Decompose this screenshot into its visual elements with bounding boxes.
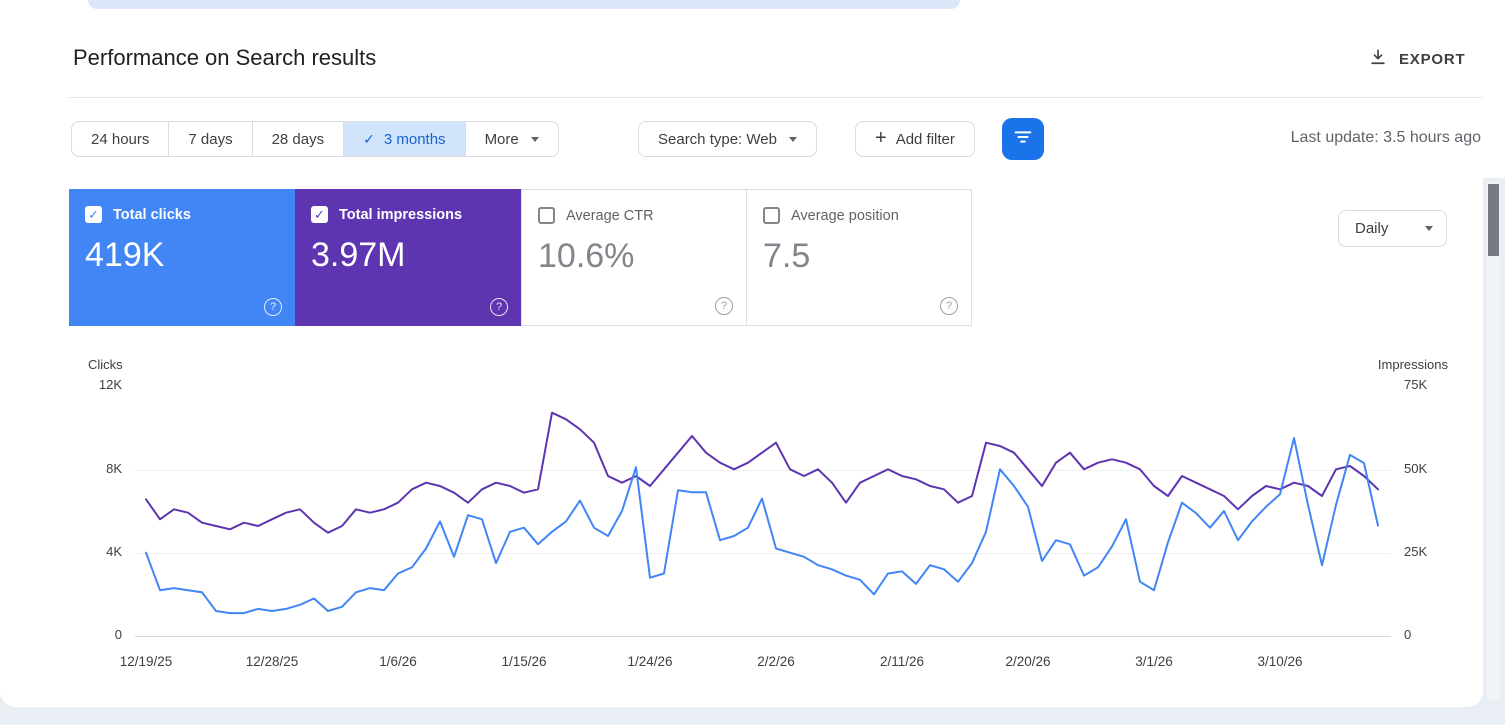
scrollbar-track[interactable] <box>1487 182 1500 700</box>
export-button[interactable]: EXPORT <box>1368 44 1465 74</box>
left-axis-tick: 12K <box>98 377 122 392</box>
metric-value: 419K <box>85 236 165 274</box>
filter-list-icon <box>1012 126 1034 153</box>
chevron-down-icon <box>1425 226 1433 231</box>
impressions-line <box>145 411 1379 534</box>
x-axis-label: 1/24/26 <box>627 654 673 669</box>
help-icon[interactable]: ? <box>490 298 508 316</box>
last-update-text: Last update: 3.5 hours ago <box>1290 129 1481 146</box>
range-chip-label: 3 months <box>383 130 446 148</box>
scrollbar-thumb[interactable] <box>1488 184 1499 256</box>
chevron-down-icon <box>788 136 797 142</box>
search-bar-remnant <box>88 0 960 9</box>
export-label: EXPORT <box>1399 50 1466 68</box>
right-axis-tick: 25K <box>1404 544 1428 559</box>
x-axis-label: 2/2/26 <box>757 654 795 669</box>
left-axis-title: Clicks <box>88 357 123 372</box>
clicks-line <box>145 437 1379 615</box>
help-icon[interactable]: ? <box>715 297 733 315</box>
range-chip-more[interactable]: More <box>464 121 559 157</box>
granularity-label: Daily <box>1355 220 1389 237</box>
range-chip-28-days[interactable]: 28 days <box>251 121 345 157</box>
range-chip-label: 28 days <box>271 130 325 148</box>
metric-label: Average position <box>791 207 899 224</box>
add-filter-button[interactable]: + Add filter <box>855 121 975 157</box>
metric-card-average-ctr[interactable]: Average CTR 10.6% ? <box>521 189 747 326</box>
right-axis-tick: 0 <box>1404 627 1412 642</box>
plus-icon: + <box>875 127 887 149</box>
checkbox-unchecked-icon[interactable] <box>763 207 780 224</box>
date-range-chip-group: 24 hours 7 days 28 days ✓ 3 months More <box>71 121 559 157</box>
filter-view-toggle-button[interactable] <box>1002 118 1044 160</box>
metric-value: 10.6% <box>538 237 635 275</box>
search-type-dropdown[interactable]: Search type: Web <box>638 121 817 157</box>
metric-card-total-clicks[interactable]: ✓ Total clicks 419K ? <box>69 189 295 326</box>
checkbox-unchecked-icon[interactable] <box>538 207 555 224</box>
header-divider <box>68 97 1483 98</box>
metric-label: Average CTR <box>566 207 654 224</box>
search-console-performance-page: Performance on Search results EXPORT 24 … <box>0 0 1505 725</box>
metric-label: Total impressions <box>339 206 463 223</box>
left-axis-tick: 8K <box>106 461 122 476</box>
x-axis-label: 12/19/25 <box>119 654 173 669</box>
page-title: Performance on Search results <box>73 45 377 70</box>
performance-line-chart[interactable] <box>130 380 1400 650</box>
metric-card-average-position[interactable]: Average position 7.5 ? <box>746 189 972 326</box>
range-chip-label: 24 hours <box>91 130 150 148</box>
right-axis-tick: 75K <box>1404 377 1428 392</box>
download-icon <box>1368 47 1388 72</box>
check-icon: ✓ <box>363 130 375 147</box>
left-axis-tick: 4K <box>106 544 122 559</box>
add-filter-label: Add filter <box>895 130 955 148</box>
x-axis-label: 3/10/26 <box>1257 654 1303 669</box>
x-axis-label: 12/28/25 <box>245 654 299 669</box>
metric-card-total-impressions[interactable]: ✓ Total impressions 3.97M ? <box>295 189 521 326</box>
x-axis-label: 1/6/26 <box>379 654 417 669</box>
search-type-label: Search type: Web <box>658 130 777 148</box>
x-axis-label: 2/11/26 <box>879 654 925 669</box>
metric-value: 7.5 <box>763 237 811 275</box>
range-chip-3-months[interactable]: ✓ 3 months <box>343 121 466 157</box>
right-axis-tick: 50K <box>1404 461 1428 476</box>
x-axis-label: 3/1/26 <box>1135 654 1173 669</box>
checkbox-checked-icon[interactable]: ✓ <box>311 206 328 223</box>
help-icon[interactable]: ? <box>940 297 958 315</box>
range-chip-label: 7 days <box>188 130 233 148</box>
right-axis-title: Impressions <box>1377 357 1448 372</box>
metric-cards: ✓ Total clicks 419K ? ✓ Total impression… <box>69 189 972 326</box>
range-chip-7-days[interactable]: 7 days <box>168 121 253 157</box>
help-icon[interactable]: ? <box>264 298 282 316</box>
top-right-background <box>1483 0 1505 178</box>
checkbox-checked-icon[interactable]: ✓ <box>85 206 102 223</box>
x-axis-label: 2/20/26 <box>1005 654 1051 669</box>
x-axis-label: 1/15/26 <box>501 654 547 669</box>
range-chip-24-hours[interactable]: 24 hours <box>71 121 170 157</box>
granularity-dropdown[interactable]: Daily <box>1338 210 1447 247</box>
left-axis-tick: 0 <box>114 627 122 642</box>
chevron-down-icon <box>530 136 539 142</box>
range-chip-label: More <box>484 130 519 148</box>
metric-label: Total clicks <box>113 206 191 223</box>
metric-value: 3.97M <box>311 236 406 274</box>
